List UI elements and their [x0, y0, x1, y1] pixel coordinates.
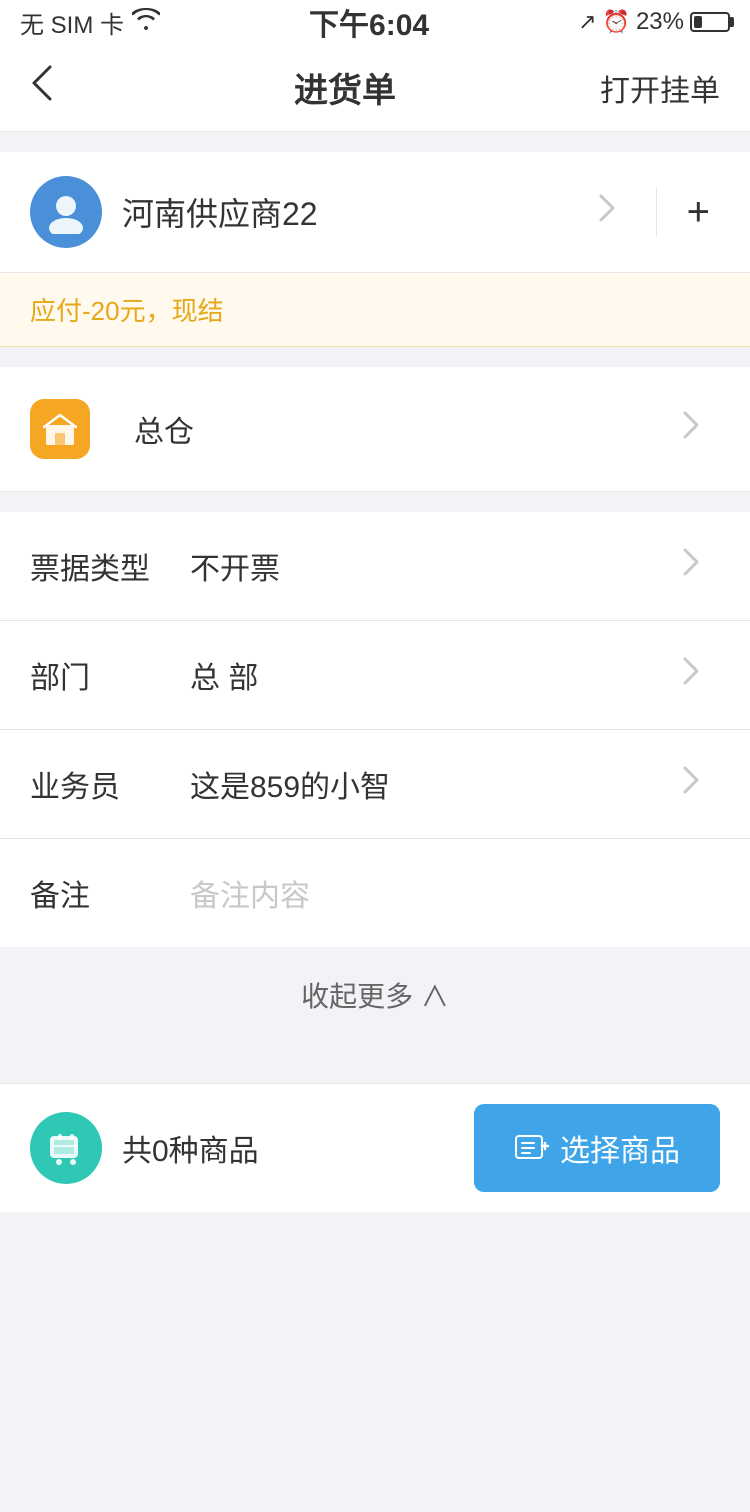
collapse-label: 收起更多 ∧ [301, 975, 449, 1015]
supplier-card: 河南供应商22 + 应付-20元，现结 [0, 152, 750, 347]
back-button[interactable] [30, 63, 90, 112]
page-title: 进货单 [294, 63, 396, 112]
open-pending-button[interactable]: 打开挂单 [600, 66, 720, 110]
status-right: ↗ ⏰ 23% [578, 8, 730, 36]
location-icon: ↗ [578, 9, 596, 35]
alarm-icon: ⏰ [603, 9, 630, 35]
wifi-icon [132, 8, 160, 37]
note-placeholder: 备注内容 [190, 871, 720, 915]
status-bar: 无 SIM 卡 下午6:04 ↗ ⏰ 23% [0, 0, 750, 44]
supplier-chevron-icon [598, 193, 616, 231]
nav-bar: 进货单 打开挂单 [0, 44, 750, 132]
form-row-dept[interactable]: 部门 总 部 [0, 621, 750, 730]
invoice-chevron-icon [682, 547, 700, 585]
dept-label: 部门 [30, 653, 150, 697]
notice-text: 应付-20元，现结 [30, 296, 224, 326]
invoice-value: 不开票 [190, 544, 682, 588]
dept-value: 总 部 [190, 653, 682, 697]
select-product-label: 选择商品 [560, 1126, 680, 1170]
carrier-label: 无 SIM 卡 [20, 5, 124, 40]
product-count: 共0种商品 [122, 1126, 474, 1170]
supplier-name: 河南供应商22 [122, 189, 598, 235]
warehouse-icon [30, 399, 90, 459]
notice-banner: 应付-20元，现结 [0, 273, 750, 347]
section-gap-2 [0, 347, 750, 367]
section-gap-4 [0, 1043, 750, 1063]
bottom-bar: 共0种商品 选择商品 [0, 1083, 750, 1212]
page-background [0, 1212, 750, 1512]
form-card: 票据类型 不开票 部门 总 部 业务员 这是859的小智 备注 备注内容 [0, 512, 750, 947]
supplier-row[interactable]: 河南供应商22 + [0, 152, 750, 273]
salesperson-chevron-icon [682, 765, 700, 803]
add-supplier-button[interactable]: + [677, 190, 720, 235]
warehouse-chevron-icon [682, 410, 700, 448]
note-label: 备注 [30, 871, 150, 915]
status-time: 下午6:04 [309, 0, 429, 44]
form-row-salesperson[interactable]: 业务员 这是859的小智 [0, 730, 750, 839]
form-row-invoice[interactable]: 票据类型 不开票 [0, 512, 750, 621]
warehouse-row[interactable]: 总仓 [0, 367, 750, 492]
salesperson-value: 这是859的小智 [190, 762, 682, 806]
cart-icon [30, 1112, 102, 1184]
vertical-divider [656, 188, 657, 236]
status-left: 无 SIM 卡 [20, 5, 160, 40]
supplier-avatar [30, 176, 102, 248]
invoice-label: 票据类型 [30, 544, 150, 588]
section-gap-1 [0, 132, 750, 152]
salesperson-label: 业务员 [30, 762, 150, 806]
warehouse-card: 总仓 [0, 367, 750, 492]
battery-icon [690, 12, 730, 32]
select-product-button[interactable]: 选择商品 [474, 1104, 720, 1192]
section-gap-3 [0, 492, 750, 512]
collapse-button[interactable]: 收起更多 ∧ [0, 947, 750, 1043]
warehouse-name: 总仓 [134, 407, 682, 451]
battery-label: 23% [636, 8, 684, 36]
dept-chevron-icon [682, 656, 700, 694]
form-row-note[interactable]: 备注 备注内容 [0, 839, 750, 947]
